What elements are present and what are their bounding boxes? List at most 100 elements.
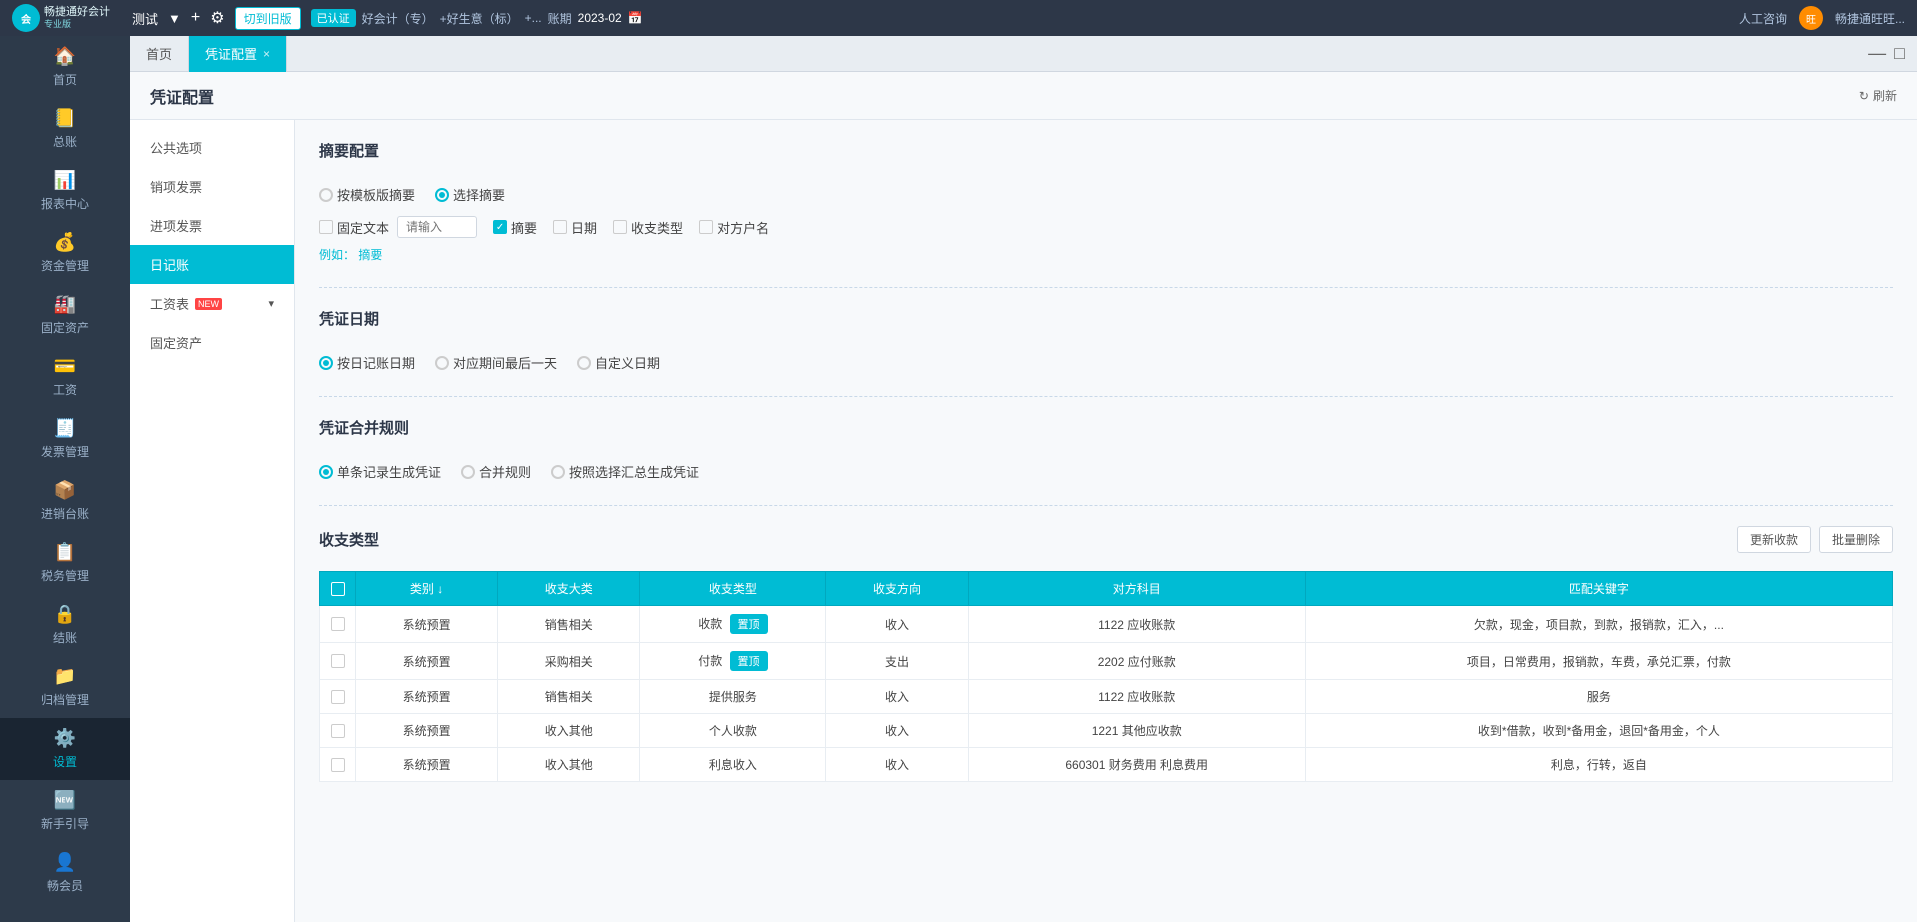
sidebar-label-asset: 固定资产 bbox=[41, 319, 89, 336]
th-income-type: 收支类型 bbox=[640, 572, 826, 606]
tab-close-icon[interactable]: × bbox=[263, 47, 270, 61]
sidebar-item-tax[interactable]: 📋 税务管理 bbox=[0, 532, 130, 594]
page-header: 凭证配置 ↻ 刷新 bbox=[130, 72, 1917, 120]
th-checkbox[interactable] bbox=[320, 572, 356, 606]
dropdown-icon[interactable]: ▼ bbox=[168, 11, 181, 26]
counterparty-checkbox[interactable] bbox=[699, 220, 713, 234]
row4-cb[interactable] bbox=[331, 724, 345, 738]
separator-1 bbox=[319, 287, 1893, 288]
fixed-text-input[interactable] bbox=[397, 216, 477, 238]
left-nav-purchase-invoice[interactable]: 进项发票 bbox=[130, 206, 294, 245]
left-nav-salary-table[interactable]: 工资表 NEW ▾ bbox=[130, 284, 294, 323]
radio-journal-date-dot bbox=[323, 360, 329, 366]
sidebar-item-invoice[interactable]: 🧾 发票管理 bbox=[0, 408, 130, 470]
sidebar-item-settings[interactable]: ⚙️ 设置 bbox=[0, 718, 130, 780]
sidebar-item-salary[interactable]: 💳 工资 bbox=[0, 346, 130, 408]
row1-cb[interactable] bbox=[331, 617, 345, 631]
row1-checkbox[interactable] bbox=[320, 606, 356, 643]
summary-checkbox[interactable]: ✓ bbox=[493, 220, 507, 234]
period-value: 2023-02 bbox=[578, 11, 622, 25]
sidebar-item-home[interactable]: 🏠 首页 bbox=[0, 36, 130, 98]
radio-summary-gen[interactable]: 按照选择汇总生成凭证 bbox=[551, 462, 699, 481]
radio-merge[interactable]: 合并规则 bbox=[461, 462, 531, 481]
calendar-icon[interactable]: 📅 bbox=[628, 11, 643, 25]
th-category[interactable]: 类别 ↓ bbox=[356, 572, 498, 606]
income-type-title: 收支类型 bbox=[319, 529, 379, 558]
table-row: 系统预置 收入其他 个人收款 收入 1221 其他应收款 收到*借款，收到*备用… bbox=[320, 714, 1893, 748]
row3-checkbox[interactable] bbox=[320, 680, 356, 714]
date-checkbox[interactable] bbox=[553, 220, 567, 234]
row2-counterparty: 2202 应付账款 bbox=[968, 643, 1305, 680]
tab-voucher-config[interactable]: 凭证配置 × bbox=[189, 36, 287, 72]
table-header: 类别 ↓ 收支大类 收支类型 收支方向 bbox=[320, 572, 1893, 606]
sidebar-item-asset[interactable]: 🏭 固定资产 bbox=[0, 284, 130, 346]
logo-icon: 会 bbox=[12, 4, 40, 32]
left-nav-sales-invoice[interactable]: 销项发票 bbox=[130, 167, 294, 206]
sidebar-label-sales: 进销台账 bbox=[41, 505, 89, 522]
radio-custom-date[interactable]: 自定义日期 bbox=[577, 353, 660, 372]
checkbox-row: 固定文本 ✓ 摘要 日期 收支类型 bbox=[319, 216, 1893, 238]
checkbox-income-type[interactable]: 收支类型 bbox=[613, 218, 683, 237]
expand-icon[interactable]: ▾ bbox=[268, 297, 274, 310]
checkbox-counterparty[interactable]: 对方户名 bbox=[699, 218, 769, 237]
tax-icon: 📋 bbox=[54, 542, 76, 563]
radio-period-last[interactable]: 对应期间最后一天 bbox=[435, 353, 557, 372]
support-label[interactable]: 人工咨询 bbox=[1739, 10, 1787, 27]
user-avatar[interactable]: 旺 bbox=[1799, 6, 1823, 30]
row4-checkbox[interactable] bbox=[320, 714, 356, 748]
sidebar-item-fund[interactable]: 💰 资金管理 bbox=[0, 222, 130, 284]
maximize-icon[interactable]: □ bbox=[1894, 43, 1905, 64]
user-name[interactable]: 畅捷通旺旺... bbox=[1835, 10, 1905, 27]
refresh-btn[interactable]: ↻ 刷新 bbox=[1859, 87, 1897, 104]
tab-home[interactable]: 首页 bbox=[130, 36, 189, 72]
sidebar-item-member[interactable]: 👤 畅会员 bbox=[0, 842, 130, 904]
merge-rules-section: 凭证合并规则 单条记录生成凭证 合并规则 bbox=[319, 417, 1893, 481]
checkbox-date[interactable]: 日期 bbox=[553, 218, 597, 237]
update-btn[interactable]: 更新收款 bbox=[1737, 526, 1811, 553]
radio-select[interactable]: 选择摘要 bbox=[435, 185, 505, 204]
select-all-checkbox[interactable] bbox=[331, 582, 345, 596]
radio-journal-date[interactable]: 按日记账日期 bbox=[319, 353, 415, 372]
sidebar: 🏠 首页 📒 总账 📊 报表中心 💰 资金管理 🏭 固定资产 💳 工资 🧾 发票… bbox=[0, 36, 130, 922]
left-nav-fixed-asset[interactable]: 固定资产 bbox=[130, 323, 294, 362]
separator-2 bbox=[319, 396, 1893, 397]
minimize-icon[interactable]: — bbox=[1868, 43, 1886, 64]
switch-btn[interactable]: 切到旧版 bbox=[235, 7, 301, 30]
settings-icon[interactable]: ⚙ bbox=[210, 8, 224, 28]
row2-keyword: 项目，日常费用，报销款，车费，承兑汇票，付款 bbox=[1305, 643, 1892, 680]
add-icon[interactable]: + bbox=[191, 9, 200, 27]
checkbox-summary[interactable]: ✓ 摘要 bbox=[493, 218, 537, 237]
sidebar-item-close[interactable]: 🔒 结账 bbox=[0, 594, 130, 656]
row3-cb[interactable] bbox=[331, 690, 345, 704]
good-accounting-label: 好会计（专） bbox=[362, 10, 434, 27]
ledger-icon: 📒 bbox=[54, 108, 76, 129]
row1-top-badge[interactable]: 置顶 bbox=[730, 614, 768, 634]
close-acct-icon: 🔒 bbox=[54, 604, 76, 625]
income-type-checkbox[interactable] bbox=[613, 220, 627, 234]
row2-checkbox[interactable] bbox=[320, 643, 356, 680]
radio-template[interactable]: 按模板版摘要 bbox=[319, 185, 415, 204]
row2-top-badge[interactable]: 置顶 bbox=[730, 651, 768, 671]
row2-cb[interactable] bbox=[331, 654, 345, 668]
row4-category: 系统预置 bbox=[356, 714, 498, 748]
bulk-delete-btn[interactable]: 批量删除 bbox=[1819, 526, 1893, 553]
test-label[interactable]: 测试 bbox=[132, 9, 158, 28]
sidebar-item-sales[interactable]: 📦 进销台账 bbox=[0, 470, 130, 532]
row5-checkbox[interactable] bbox=[320, 748, 356, 782]
top-bar-right: 人工咨询 旺 畅捷通旺旺... bbox=[1739, 6, 1905, 30]
new-badge: NEW bbox=[195, 298, 222, 310]
sidebar-item-archive[interactable]: 📁 归档管理 bbox=[0, 656, 130, 718]
row5-cb[interactable] bbox=[331, 758, 345, 772]
fixed-text-checkbox[interactable] bbox=[319, 220, 333, 234]
left-nav-public[interactable]: 公共选项 bbox=[130, 128, 294, 167]
archive-icon: 📁 bbox=[54, 666, 76, 687]
sidebar-item-report[interactable]: 📊 报表中心 bbox=[0, 160, 130, 222]
radio-period-last-circle bbox=[435, 356, 449, 370]
logo: 会 畅捷通好会计 专业版 bbox=[12, 4, 132, 32]
left-nav-journal[interactable]: 日记账 bbox=[130, 245, 294, 284]
separator-3 bbox=[319, 505, 1893, 506]
refresh-icon: ↻ bbox=[1859, 89, 1869, 103]
radio-single[interactable]: 单条记录生成凭证 bbox=[319, 462, 441, 481]
sidebar-item-guide[interactable]: 🆕 新手引导 bbox=[0, 780, 130, 842]
sidebar-item-ledger[interactable]: 📒 总账 bbox=[0, 98, 130, 160]
